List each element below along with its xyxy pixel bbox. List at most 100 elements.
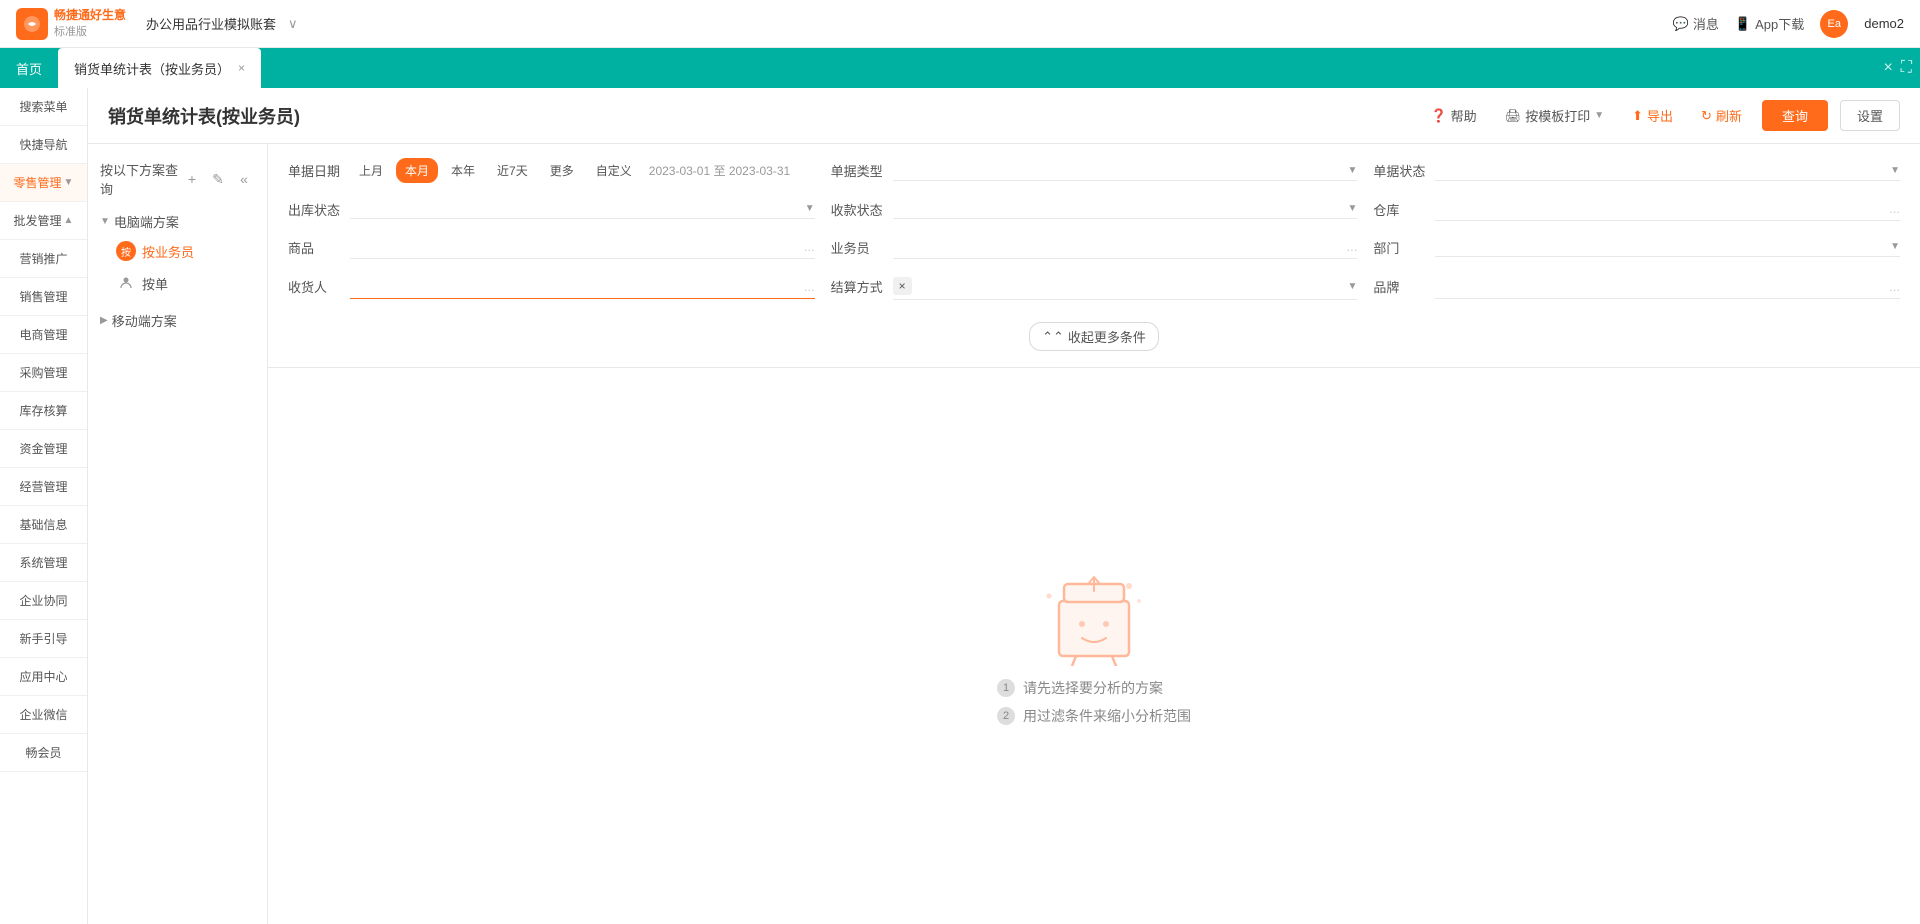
query-button[interactable]: 查询 xyxy=(1762,100,1828,131)
filter-form-area: 单据日期 上月 本月 本年 近7天 更多 自定义 2023-03-01 至 20… xyxy=(268,144,1920,368)
empty-state: 1 请先选择要分析的方案 2 用过滤条件来缩小分析范围 xyxy=(268,368,1920,924)
tab-active[interactable]: 销货单统计表（按业务员） × xyxy=(58,48,261,88)
avatar-initials: Ea xyxy=(1828,18,1841,30)
date-year-btn[interactable]: 本年 xyxy=(442,158,484,183)
empty-num-2: 2 xyxy=(997,707,1015,725)
empty-step-1: 1 请先选择要分析的方案 xyxy=(997,678,1163,698)
date-custom-btn[interactable]: 自定义 xyxy=(587,158,641,183)
staff-dots-icon[interactable]: ... xyxy=(1347,239,1358,254)
sidebar-item-finance[interactable]: 资金管理 xyxy=(0,430,87,468)
print-btn[interactable]: 🖨 按模板打印 ▼ xyxy=(1497,102,1612,129)
doc-type-label: 单据类型 xyxy=(831,161,885,180)
scheme-item-by-staff[interactable]: 按 按业务员 xyxy=(88,235,267,267)
sidebar-item-basic-info[interactable]: 基础信息 xyxy=(0,506,87,544)
sidebar-item-wholesale[interactable]: 批发管理 ▲ xyxy=(0,202,87,240)
user-name: demo2 xyxy=(1864,16,1904,31)
consignee-input-wrapper: ... xyxy=(350,275,815,299)
doc-status-select[interactable]: ▼ xyxy=(1435,161,1900,181)
help-btn[interactable]: ❓ 帮助 xyxy=(1422,102,1484,129)
warehouse-dots-icon[interactable]: ... xyxy=(1889,201,1900,216)
sidebar-item-newbie[interactable]: 新手引导 xyxy=(0,620,87,658)
doc-status-arrow-icon: ▼ xyxy=(1890,165,1900,176)
date-more-btn[interactable]: 更多 xyxy=(541,158,583,183)
consignee-dots-icon[interactable]: ... xyxy=(804,279,815,294)
filter-item-brand: 品牌 ... xyxy=(1373,275,1900,299)
filter-item-staff: 业务员 ... xyxy=(831,235,1358,259)
sidebar-item-system[interactable]: 系统管理 xyxy=(0,544,87,582)
filter-row-1: 单据日期 上月 本月 本年 近7天 更多 自定义 2023-03-01 至 20… xyxy=(288,158,1900,183)
nav-arrow-icon[interactable]: ∨ xyxy=(288,16,298,32)
sidebar-item-inventory[interactable]: 库存核算 xyxy=(0,392,87,430)
scheme-mobile-header[interactable]: ▶ 移动端方案 xyxy=(88,307,267,334)
empty-num-1: 1 xyxy=(997,679,1015,697)
tab-close-icon[interactable]: × xyxy=(238,61,245,75)
collapse-label: 收起更多条件 xyxy=(1068,327,1146,346)
scheme-active-label: 按业务员 xyxy=(142,242,194,261)
scheme-order-icon xyxy=(116,273,136,293)
brand-input-wrapper: ... xyxy=(1435,275,1900,299)
empty-step2-text: 用过滤条件来缩小分析范围 xyxy=(1023,706,1191,726)
content-area: 销货单统计表(按业务员) ❓ 帮助 🖨 按模板打印 ▼ ⬆ 导出 ↻ 刷新 xyxy=(88,88,1920,924)
warehouse-input[interactable] xyxy=(1435,201,1885,216)
sidebar-item-ecommerce[interactable]: 电商管理 xyxy=(0,316,87,354)
scheme-item-by-order[interactable]: 按单 xyxy=(88,267,267,299)
date-prev-month-btn[interactable]: 上月 xyxy=(350,158,392,183)
scheme-collapse-btn[interactable]: « xyxy=(233,168,255,190)
doc-type-select[interactable]: ▼ xyxy=(893,161,1358,181)
tab-home[interactable]: 首页 xyxy=(0,48,58,88)
brand-dots-icon[interactable]: ... xyxy=(1889,279,1900,294)
collapse-row: ⌃⌃ 收起更多条件 xyxy=(288,314,1900,359)
tab-bar: 首页 销货单统计表（按业务员） × × ⛶ xyxy=(0,48,1920,88)
sidebar-item-enterprise[interactable]: 企业协同 xyxy=(0,582,87,620)
avatar[interactable]: Ea xyxy=(1820,10,1848,38)
sidebar-item-operations[interactable]: 经营管理 xyxy=(0,468,87,506)
sidebar-item-marketing[interactable]: 营销推广 xyxy=(0,240,87,278)
out-status-select[interactable]: ▼ xyxy=(350,199,815,219)
dept-select[interactable]: ▼ xyxy=(1435,237,1900,257)
date-filter-group: 上月 本月 本年 近7天 更多 自定义 2023-03-01 至 2023-03… xyxy=(350,158,815,183)
date-curr-month-btn[interactable]: 本月 xyxy=(396,158,438,183)
collapse-btn[interactable]: ⌃⌃ 收起更多条件 xyxy=(1029,322,1159,351)
settlement-select[interactable]: × ▼ xyxy=(893,273,1358,300)
export-btn[interactable]: ⬆ 导出 xyxy=(1624,102,1681,129)
staff-input[interactable] xyxy=(893,239,1343,254)
date-label: 单据日期 xyxy=(288,161,342,180)
scheme-add-btn[interactable]: + xyxy=(181,168,203,190)
scheme-order-label: 按单 xyxy=(142,274,168,293)
tab-close-action[interactable]: × xyxy=(1883,59,1892,77)
sidebar-item-retail[interactable]: 零售管理 ▼ xyxy=(0,164,87,202)
scheme-active-icon: 按 xyxy=(116,241,136,261)
filter-item-out-status: 出库状态 ▼ xyxy=(288,199,815,219)
message-btn[interactable]: 💬 消息 xyxy=(1673,14,1719,33)
sidebar-item-purchase[interactable]: 采购管理 xyxy=(0,354,87,392)
filter-item-recv-status: 收款状态 ▼ xyxy=(831,199,1358,219)
settlement-tag-close[interactable]: × xyxy=(899,279,906,293)
settings-button[interactable]: 设置 xyxy=(1840,100,1900,131)
settlement-arrow-icon: ▼ xyxy=(1347,281,1357,292)
doc-status-label: 单据状态 xyxy=(1373,161,1427,180)
filter-item-date: 单据日期 上月 本月 本年 近7天 更多 自定义 2023-03-01 至 20… xyxy=(288,158,815,183)
sidebar-item-wechat[interactable]: 企业微信 xyxy=(0,696,87,734)
nav-title: 办公用品行业模拟账套 xyxy=(146,14,276,33)
doc-type-arrow-icon: ▼ xyxy=(1347,165,1357,176)
recv-status-select[interactable]: ▼ xyxy=(893,199,1358,219)
sidebar-item-sales[interactable]: 销售管理 xyxy=(0,278,87,316)
help-label: 帮助 xyxy=(1451,106,1477,125)
brand-input[interactable] xyxy=(1435,279,1885,294)
goods-input[interactable] xyxy=(350,239,800,254)
scheme-edit-btn[interactable]: ✎ xyxy=(207,168,229,190)
sidebar-search[interactable]: 搜索菜单 xyxy=(0,88,87,126)
sidebar-quick-nav[interactable]: 快捷导航 xyxy=(0,126,87,164)
print-arrow-icon[interactable]: ▼ xyxy=(1594,110,1604,121)
app-download-btn[interactable]: 📱 App下载 xyxy=(1735,14,1804,33)
tab-maximize-action[interactable]: ⛶ xyxy=(1901,59,1912,77)
empty-text-group: 1 请先选择要分析的方案 2 用过滤条件来缩小分析范围 xyxy=(997,678,1191,726)
scheme-desktop-header[interactable]: ▼ 电脑端方案 xyxy=(88,208,267,235)
sidebar-item-member[interactable]: 畅会员 xyxy=(0,734,87,772)
sidebar-item-app-center[interactable]: 应用中心 xyxy=(0,658,87,696)
empty-svg xyxy=(1034,566,1154,666)
goods-dots-icon[interactable]: ... xyxy=(804,239,815,254)
refresh-btn[interactable]: ↻ 刷新 xyxy=(1693,102,1750,129)
consignee-input[interactable] xyxy=(350,279,800,294)
date-week-btn[interactable]: 近7天 xyxy=(488,158,537,183)
